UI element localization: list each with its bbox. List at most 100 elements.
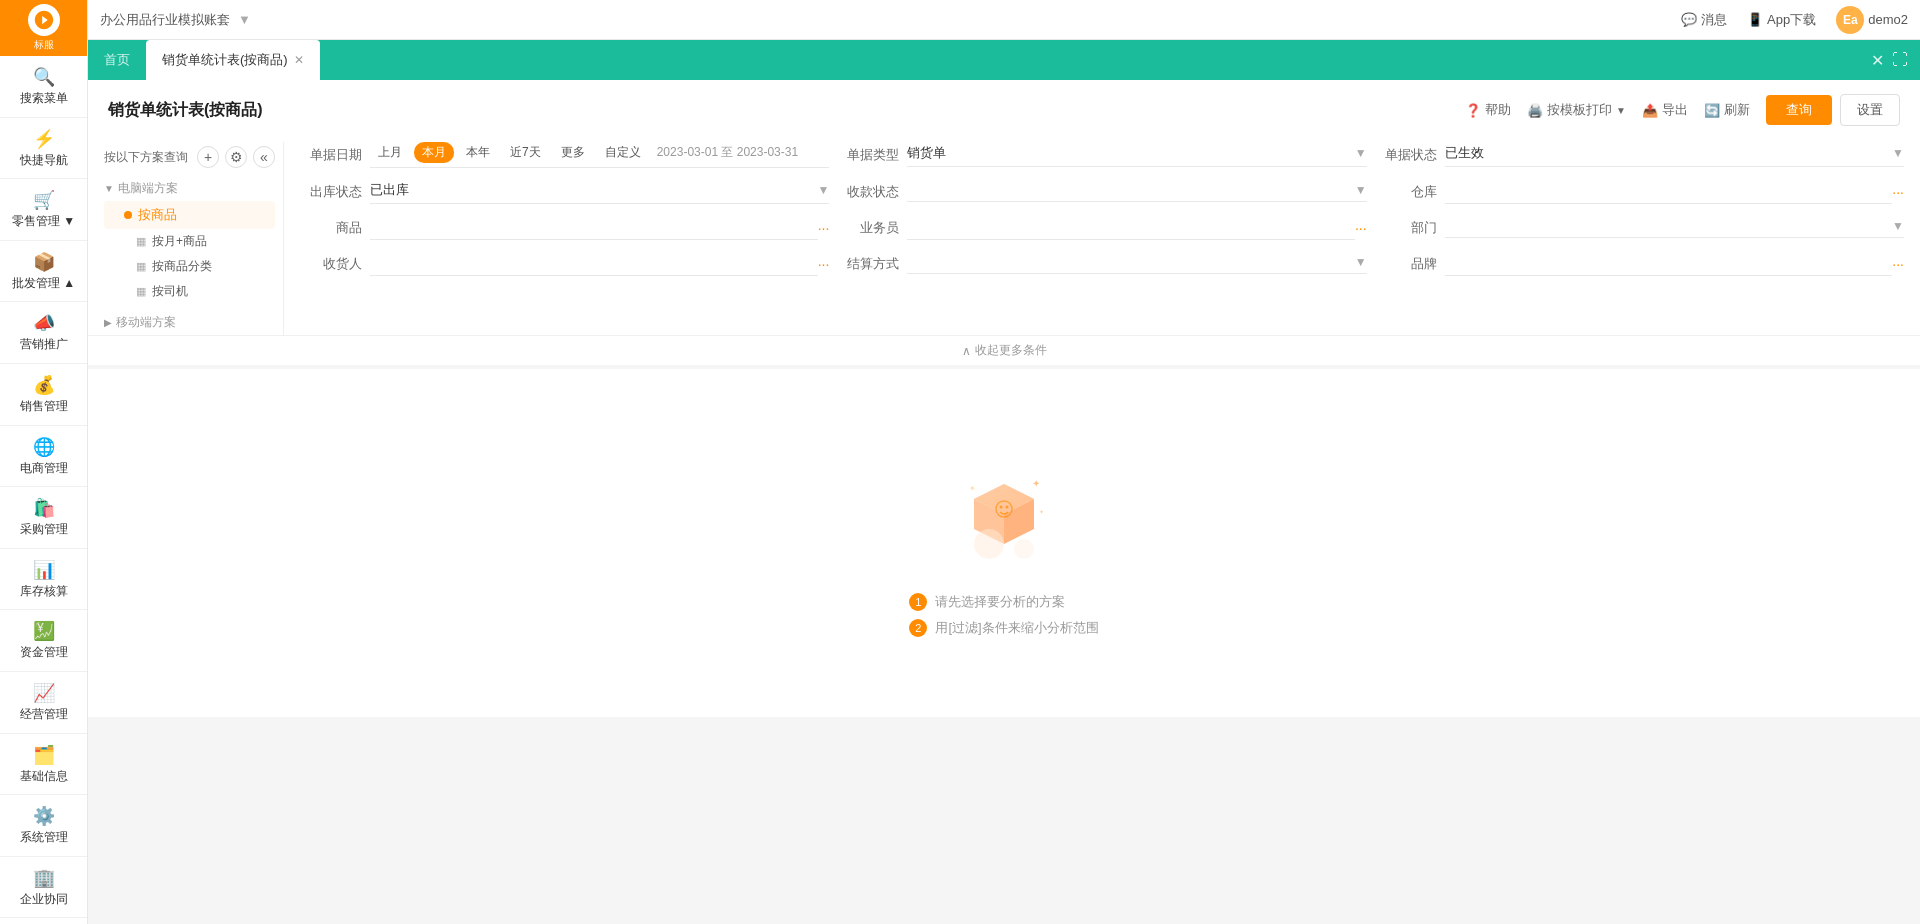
salesperson-ellipsis[interactable]: ··· <box>1355 220 1367 236</box>
purchase-icon: 🛍️ <box>33 497 55 519</box>
scheme-sub-by-driver[interactable]: ▦ 按司机 <box>104 279 275 304</box>
warehouse-input[interactable] <box>1445 180 1893 204</box>
salesperson-input[interactable] <box>907 216 1355 240</box>
scheme-sub-by-category[interactable]: ▦ 按商品分类 <box>104 254 275 279</box>
brand-input[interactable] <box>1445 252 1893 276</box>
out-status-label: 出库状态 <box>300 183 370 201</box>
empty-state: ✦ ✦ ✦ 1 请先选择要分析的方案 2 用[过滤]条件来缩小分析范围 <box>88 369 1920 717</box>
template-print-label: 按模板打印 <box>1547 101 1612 119</box>
settlement-select[interactable]: ▼ <box>907 255 1366 274</box>
filter-field-brand: 品牌 ··· <box>1375 252 1904 276</box>
receiver-input[interactable] <box>370 252 818 276</box>
filter-body: 按以下方案查询 + ⚙ « ▼ 电脑端方案 按商品 <box>88 134 1920 335</box>
sidebar-item-enterprise[interactable]: 🏢 企业协同 <box>0 857 88 919</box>
product-ellipsis[interactable]: ··· <box>818 220 830 236</box>
salesperson-label: 业务员 <box>837 219 907 237</box>
date-btn-this-month[interactable]: 本月 <box>414 142 454 163</box>
marketing-icon: 📣 <box>33 312 55 334</box>
sidebar-item-quicknav-label: 快捷导航 <box>20 153 68 169</box>
dropdown-arrow[interactable]: ▼ <box>238 12 251 27</box>
sidebar-item-ecommerce[interactable]: 🌐 电商管理 <box>0 426 88 488</box>
sidebar-item-basic[interactable]: 🗂️ 基础信息 <box>0 734 88 796</box>
sidebar-item-enterprise-label: 企业协同 <box>20 892 68 908</box>
query-button[interactable]: 查询 <box>1766 95 1832 125</box>
collapse-bar[interactable]: ∧ 收起更多条件 <box>88 335 1920 365</box>
scheme-item-label: 按商品 <box>138 206 177 224</box>
svg-text:✦: ✦ <box>969 484 976 493</box>
date-btn-more[interactable]: 更多 <box>553 142 593 163</box>
enterprise-icon: 🏢 <box>33 867 55 889</box>
doc-status-select[interactable]: 已生效 ▼ <box>1445 144 1904 167</box>
sidebar-item-sales[interactable]: 💰 销售管理 <box>0 364 88 426</box>
export-btn[interactable]: 📤 导出 <box>1642 101 1688 119</box>
tip-text-1: 请先选择要分析的方案 <box>935 593 1065 611</box>
group-arrow-mobile[interactable]: ▶ <box>104 317 112 328</box>
sidebar-item-guide[interactable]: 📖 新手引导 <box>0 918 88 924</box>
warehouse-ellipsis[interactable]: ··· <box>1892 184 1904 200</box>
maximize-btn[interactable]: ⛶ <box>1892 51 1908 69</box>
group-arrow-desktop[interactable]: ▼ <box>104 183 114 194</box>
sales-icon: 💰 <box>33 374 55 396</box>
date-btn-this-year[interactable]: 本年 <box>458 142 498 163</box>
scheme-sub-by-month-product[interactable]: ▦ 按月+商品 <box>104 229 275 254</box>
sidebar-item-marketing[interactable]: 📣 营销推广 <box>0 302 88 364</box>
tip-num-2: 2 <box>909 619 927 637</box>
date-btn-last-month[interactable]: 上月 <box>370 142 410 163</box>
collapse-scheme-btn[interactable]: « <box>253 146 275 168</box>
sidebar-item-system-label: 系统管理 <box>20 830 68 846</box>
tab-close-btn[interactable]: ✕ <box>294 53 304 67</box>
user-area[interactable]: Ea demo2 <box>1836 6 1908 34</box>
sidebar-item-wholesale[interactable]: 📦 批发管理 ▲ <box>0 241 88 303</box>
sidebar-item-purchase[interactable]: 🛍️ 采购管理 <box>0 487 88 549</box>
refresh-label: 刷新 <box>1724 101 1750 119</box>
refresh-btn[interactable]: 🔄 刷新 <box>1704 101 1750 119</box>
tab-sales-stat[interactable]: 销货单统计表(按商品) ✕ <box>146 40 320 80</box>
sidebar-logo: 标服 <box>0 0 88 56</box>
download-btn[interactable]: 📱 App下载 <box>1747 11 1816 29</box>
receipt-status-select[interactable]: ▼ <box>907 183 1366 202</box>
doc-type-select[interactable]: 销货单 ▼ <box>907 144 1366 167</box>
close-window-btn[interactable]: ✕ <box>1871 51 1884 70</box>
message-btn[interactable]: 💬 消息 <box>1681 11 1727 29</box>
filter-panel: 销货单统计表(按商品) ❓ 帮助 🖨️ 按模板打印 ▼ 📤 <box>88 80 1920 365</box>
scheme-item-by-product[interactable]: 按商品 <box>104 201 275 229</box>
scheme-sub-label-2: 按商品分类 <box>152 258 212 275</box>
sidebar-item-inventory[interactable]: 📊 库存核算 <box>0 549 88 611</box>
tab-sales-stat-label: 销货单统计表(按商品) <box>162 51 288 69</box>
tab-home-label: 首页 <box>104 51 130 69</box>
sidebar-item-finance[interactable]: 💹 资金管理 <box>0 610 88 672</box>
department-label: 部门 <box>1375 219 1445 237</box>
sidebar-item-operation[interactable]: 📈 经营管理 <box>0 672 88 734</box>
help-btn[interactable]: ❓ 帮助 <box>1465 101 1511 119</box>
date-btn-custom[interactable]: 自定义 <box>597 142 649 163</box>
download-icon: 📱 <box>1747 12 1763 27</box>
sidebar: 标服 🔍 搜索菜单 ⚡ 快捷导航 🛒 零售管理 ▼ 📦 批发管理 ▲ 📣 营销推… <box>0 0 88 924</box>
filter-field-receipt-status: 收款状态 ▼ <box>837 183 1366 202</box>
empty-tips: 1 请先选择要分析的方案 2 用[过滤]条件来缩小分析范围 <box>909 593 1098 637</box>
doc-status-value: 已生效 <box>1445 144 1892 162</box>
product-input[interactable] <box>370 216 818 240</box>
template-print-btn[interactable]: 🖨️ 按模板打印 ▼ <box>1527 101 1626 119</box>
quicknav-icon: ⚡ <box>33 128 55 150</box>
sidebar-item-search[interactable]: 🔍 搜索菜单 <box>0 56 88 118</box>
add-scheme-btn[interactable]: + <box>197 146 219 168</box>
sidebar-item-retail[interactable]: 🛒 零售管理 ▼ <box>0 179 88 241</box>
receiver-ellipsis[interactable]: ··· <box>818 256 830 272</box>
tab-home[interactable]: 首页 <box>88 40 146 80</box>
setting-button[interactable]: 设置 <box>1840 94 1900 126</box>
basic-icon: 🗂️ <box>33 744 55 766</box>
username: demo2 <box>1868 12 1908 27</box>
brand-ellipsis[interactable]: ··· <box>1892 256 1904 272</box>
out-status-select[interactable]: 已出库 ▼ <box>370 181 829 204</box>
settings-scheme-btn[interactable]: ⚙ <box>225 146 247 168</box>
department-select[interactable]: ▼ <box>1445 219 1904 238</box>
sidebar-item-quicknav[interactable]: ⚡ 快捷导航 <box>0 118 88 180</box>
collapse-up-icon: ∧ <box>962 344 971 358</box>
date-btn-7days[interactable]: 近7天 <box>502 142 549 163</box>
receipt-status-label: 收款状态 <box>837 183 907 201</box>
sidebar-item-inventory-label: 库存核算 <box>20 584 68 600</box>
sidebar-item-system[interactable]: ⚙️ 系统管理 <box>0 795 88 857</box>
svg-text:✦: ✦ <box>1039 509 1044 515</box>
print-dropdown-icon: ▼ <box>1616 105 1626 116</box>
filter-header: 销货单统计表(按商品) ❓ 帮助 🖨️ 按模板打印 ▼ 📤 <box>88 80 1920 134</box>
